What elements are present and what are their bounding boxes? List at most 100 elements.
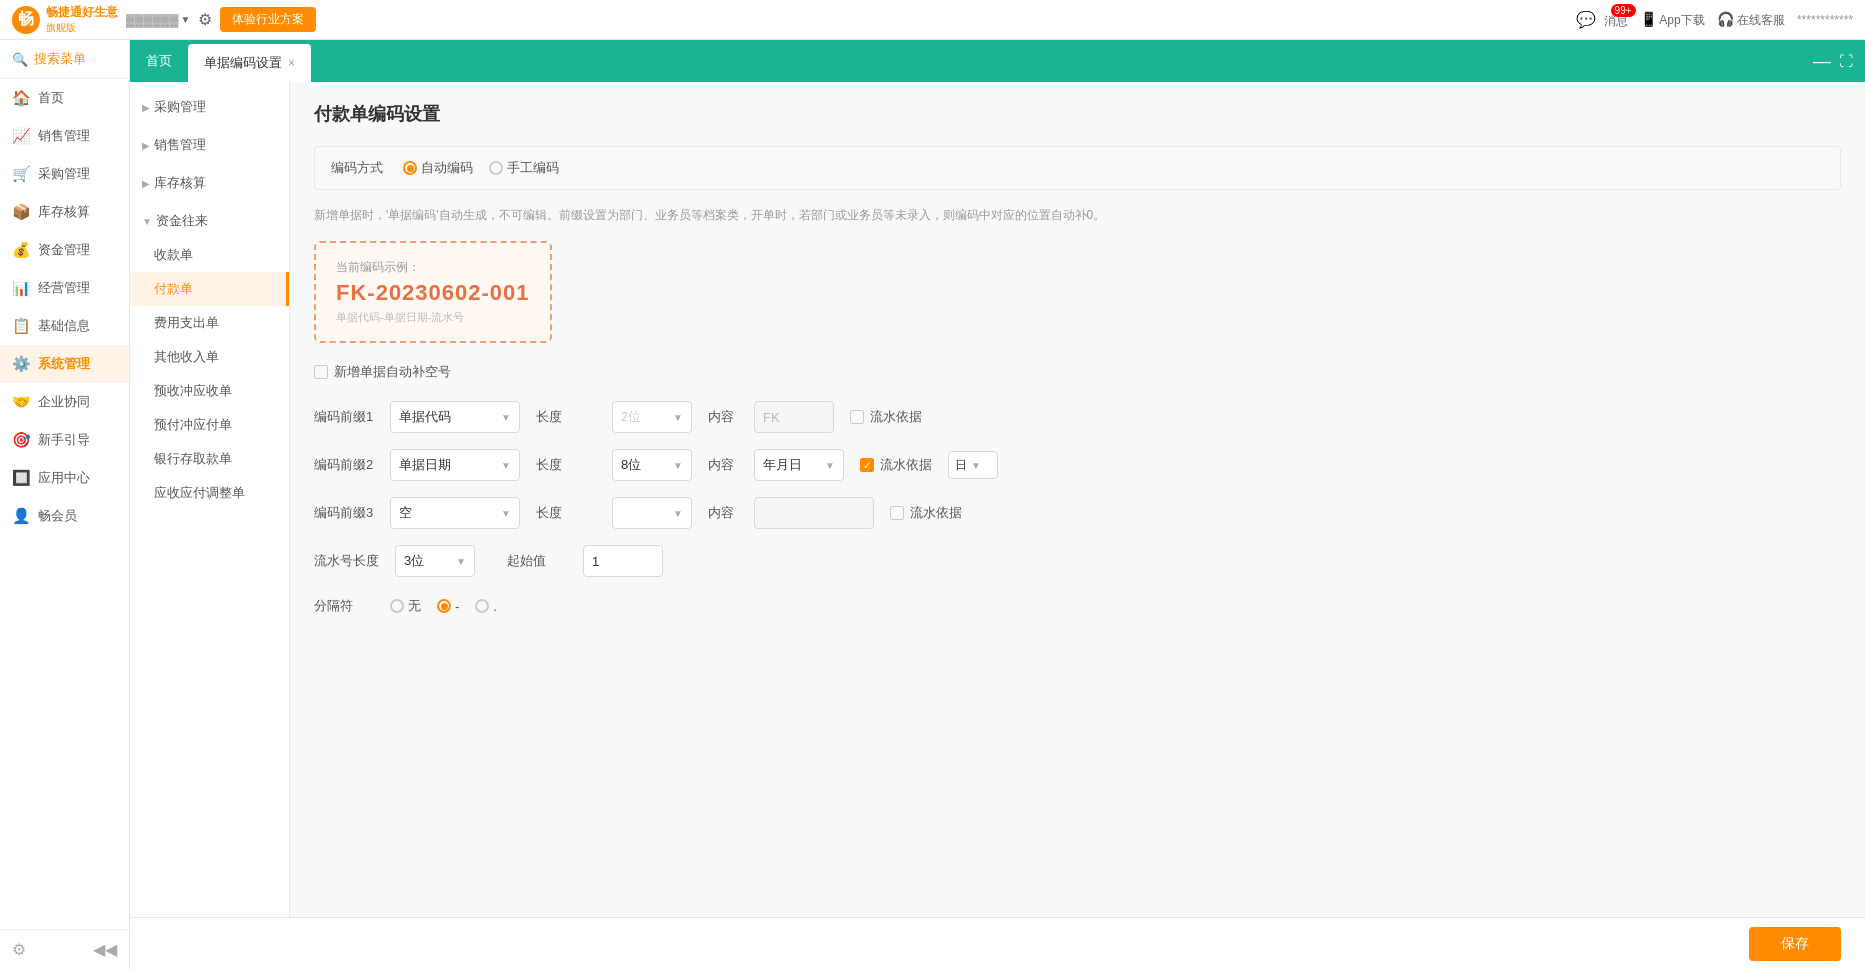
manual-code-radio[interactable]: 手工编码: [489, 159, 559, 177]
sep-dot-radio[interactable]: .: [475, 599, 497, 614]
chevron-down-icon3: ▼: [501, 460, 511, 471]
sidebar-item-system[interactable]: ⚙️ 系统管理: [0, 345, 129, 383]
sub-sidebar: ▶ 采购管理 ▶ 销售管理 ▶ 库存核算: [130, 82, 290, 917]
sub-item-other-income[interactable]: 其他收入单: [130, 340, 289, 374]
prefix3-content-input: [754, 497, 874, 529]
arrow-right-icon3: ▶: [142, 178, 150, 189]
serial-row: 流水号长度 3位 ▼ 起始值 1: [314, 545, 1841, 577]
tab-close-icon[interactable]: ×: [288, 56, 295, 70]
topbar-right: 💬 99+ 消息 📱 App下载 🎧 在线客服 ************: [1576, 10, 1853, 30]
auto-fill-checkbox[interactable]: [314, 365, 328, 379]
chevron-down-icon8: ▼: [673, 508, 683, 519]
info-text: 新增单据时，'单据编码'自动生成，不可编辑。前缀设置为部门、业务员等档案类，开单…: [314, 206, 1841, 225]
prefix2-row: 编码前缀2 单据日期 ▼ 长度 8位 ▼ 内容 年月日 ▼: [314, 449, 1841, 481]
prefix2-length-select[interactable]: 8位 ▼: [612, 449, 692, 481]
sidebar-nav: 🏠 首页 📈 销售管理 🛒 采购管理 📦 库存核算 💰 资金管理 📊 经: [0, 79, 129, 929]
prefix2-stream-checkbox[interactable]: ✓: [860, 458, 874, 472]
sidebar-item-enterprise[interactable]: 🤝 企业协同: [0, 383, 129, 421]
tab-home[interactable]: 首页: [130, 40, 188, 82]
prefix3-length-select[interactable]: ▼: [612, 497, 692, 529]
inventory-icon: 📦: [12, 203, 30, 221]
user-info[interactable]: ************: [1797, 13, 1853, 27]
company-dropdown[interactable]: ▓▓▓▓▓▓ ▼: [126, 13, 190, 27]
sidebar-item-basic[interactable]: 📋 基础信息: [0, 307, 129, 345]
footer-settings-icon[interactable]: ⚙: [12, 940, 26, 959]
prefix2-select[interactable]: 单据日期 ▼: [390, 449, 520, 481]
prefix1-content-input: FK: [754, 401, 834, 433]
sub-group-inventory-title[interactable]: ▶ 库存核算: [130, 166, 289, 200]
sub-item-expense[interactable]: 费用支出单: [130, 306, 289, 340]
start-value-input[interactable]: 1: [583, 545, 663, 577]
sidebar-item-sales[interactable]: 📈 销售管理: [0, 117, 129, 155]
prefix1-select[interactable]: 单据代码 ▼: [390, 401, 520, 433]
sidebar-item-guide[interactable]: 🎯 新手引导: [0, 421, 129, 459]
manual-code-radio-circle[interactable]: [489, 161, 503, 175]
sep-dash-radio-circle[interactable]: [437, 599, 451, 613]
sub-item-bank[interactable]: 银行存取款单: [130, 442, 289, 476]
sub-group-sales: ▶ 销售管理: [130, 128, 289, 162]
prefix3-stream-checkbox[interactable]: [890, 506, 904, 520]
tabbar-maximize-icon[interactable]: ⛶: [1839, 53, 1853, 69]
prefix3-select[interactable]: 空 ▼: [390, 497, 520, 529]
online-service-button[interactable]: 🎧 在线客服: [1717, 11, 1785, 29]
enterprise-icon: 🤝: [12, 393, 30, 411]
logo-text: 畅捷通好生意 旗舰版: [46, 4, 118, 35]
search-icon: 🔍: [12, 52, 28, 67]
sub-group-purchase-title[interactable]: ▶ 采购管理: [130, 90, 289, 124]
sidebar-item-home[interactable]: 🏠 首页: [0, 79, 129, 117]
sub-item-prepay-payable[interactable]: 预付冲应付单: [130, 408, 289, 442]
system-icon: ⚙️: [12, 355, 30, 373]
prefix2-content-select[interactable]: 年月日 ▼: [754, 449, 844, 481]
sidebar-item-member[interactable]: 👤 畅会员: [0, 497, 129, 535]
sidebar-item-finance[interactable]: 💰 资金管理: [0, 231, 129, 269]
coding-method-section: 编码方式 自动编码 手工编码: [314, 146, 1841, 190]
footer-collapse-icon[interactable]: ◀◀: [93, 940, 117, 959]
sep-none-radio-circle[interactable]: [390, 599, 404, 613]
sub-group-capital-title[interactable]: ▼ 资金往来: [130, 204, 289, 238]
sidebar-item-apps[interactable]: 🔲 应用中心: [0, 459, 129, 497]
right-panel: 首页 单据编码设置 × — ⛶ ▶ 采购管理: [130, 40, 1865, 969]
prefix1-length-select[interactable]: 2位 ▼: [612, 401, 692, 433]
sub-group-capital: ▼ 资金往来 收款单 付款单 费用支出单 其他收入单 预收冲应收单 预付冲应付单…: [130, 204, 289, 510]
sidebar-item-operation[interactable]: 📊 经营管理: [0, 269, 129, 307]
basic-icon: 📋: [12, 317, 30, 335]
search-menu[interactable]: 🔍 搜索菜单: [0, 40, 129, 79]
sub-item-payment[interactable]: 付款单: [130, 272, 289, 306]
main-content: 付款单编码设置 编码方式 自动编码 手工编码: [290, 82, 1865, 917]
tabbar-minimize-icon[interactable]: —: [1813, 51, 1831, 72]
preview-sub: 单据代码-单据日期-流水号: [336, 310, 530, 325]
tabbar: 首页 单据编码设置 × — ⛶: [130, 40, 1865, 82]
prefix1-stream-checkbox[interactable]: [850, 410, 864, 424]
sub-item-prepay-receivable[interactable]: 预收冲应收单: [130, 374, 289, 408]
sub-group-sales-title[interactable]: ▶ 销售管理: [130, 128, 289, 162]
topbar: 畅 畅捷通好生意 旗舰版 ▓▓▓▓▓▓ ▼ ⚙ 体验行业方案 💬 99+ 消息 …: [0, 0, 1865, 40]
page-title: 付款单编码设置: [314, 102, 1841, 126]
arrow-right-icon: ▶: [142, 102, 150, 113]
industry-plan-button[interactable]: 体验行业方案: [220, 7, 316, 32]
prefix2-stream-unit-select[interactable]: 日 ▼: [948, 451, 998, 479]
arrow-right-icon2: ▶: [142, 140, 150, 151]
sub-group-purchase: ▶ 采购管理: [130, 90, 289, 124]
sidebar: 🔍 搜索菜单 🏠 首页 📈 销售管理 🛒 采购管理 📦 库存核算 💰: [0, 40, 130, 969]
sep-dot-radio-circle[interactable]: [475, 599, 489, 613]
sep-dash-radio[interactable]: -: [437, 599, 459, 614]
logo-icon: 畅: [12, 6, 40, 34]
chevron-down-icon: ▼: [501, 412, 511, 423]
sub-item-adjustment[interactable]: 应收应付调整单: [130, 476, 289, 510]
member-icon: 👤: [12, 507, 30, 525]
app-download-button[interactable]: 📱 App下载: [1640, 11, 1705, 29]
save-button[interactable]: 保存: [1749, 927, 1841, 961]
sub-item-receipt[interactable]: 收款单: [130, 238, 289, 272]
sidebar-item-inventory[interactable]: 📦 库存核算: [0, 193, 129, 231]
auto-code-radio[interactable]: 自动编码: [403, 159, 473, 177]
sep-none-radio[interactable]: 无: [390, 597, 421, 615]
auto-fill-row: 新增单据自动补空号: [314, 363, 1841, 381]
serial-length-select[interactable]: 3位 ▼: [395, 545, 475, 577]
tab-coding-settings[interactable]: 单据编码设置 ×: [188, 44, 311, 82]
message-button[interactable]: 💬 99+ 消息: [1576, 10, 1627, 30]
topbar-left: 畅 畅捷通好生意 旗舰版 ▓▓▓▓▓▓ ▼ ⚙ 体验行业方案: [12, 4, 316, 35]
auto-code-radio-circle[interactable]: [403, 161, 417, 175]
sidebar-item-purchase[interactable]: 🛒 采购管理: [0, 155, 129, 193]
prefix1-stream: 流水依据: [850, 408, 922, 426]
settings-icon[interactable]: ⚙: [198, 10, 212, 29]
